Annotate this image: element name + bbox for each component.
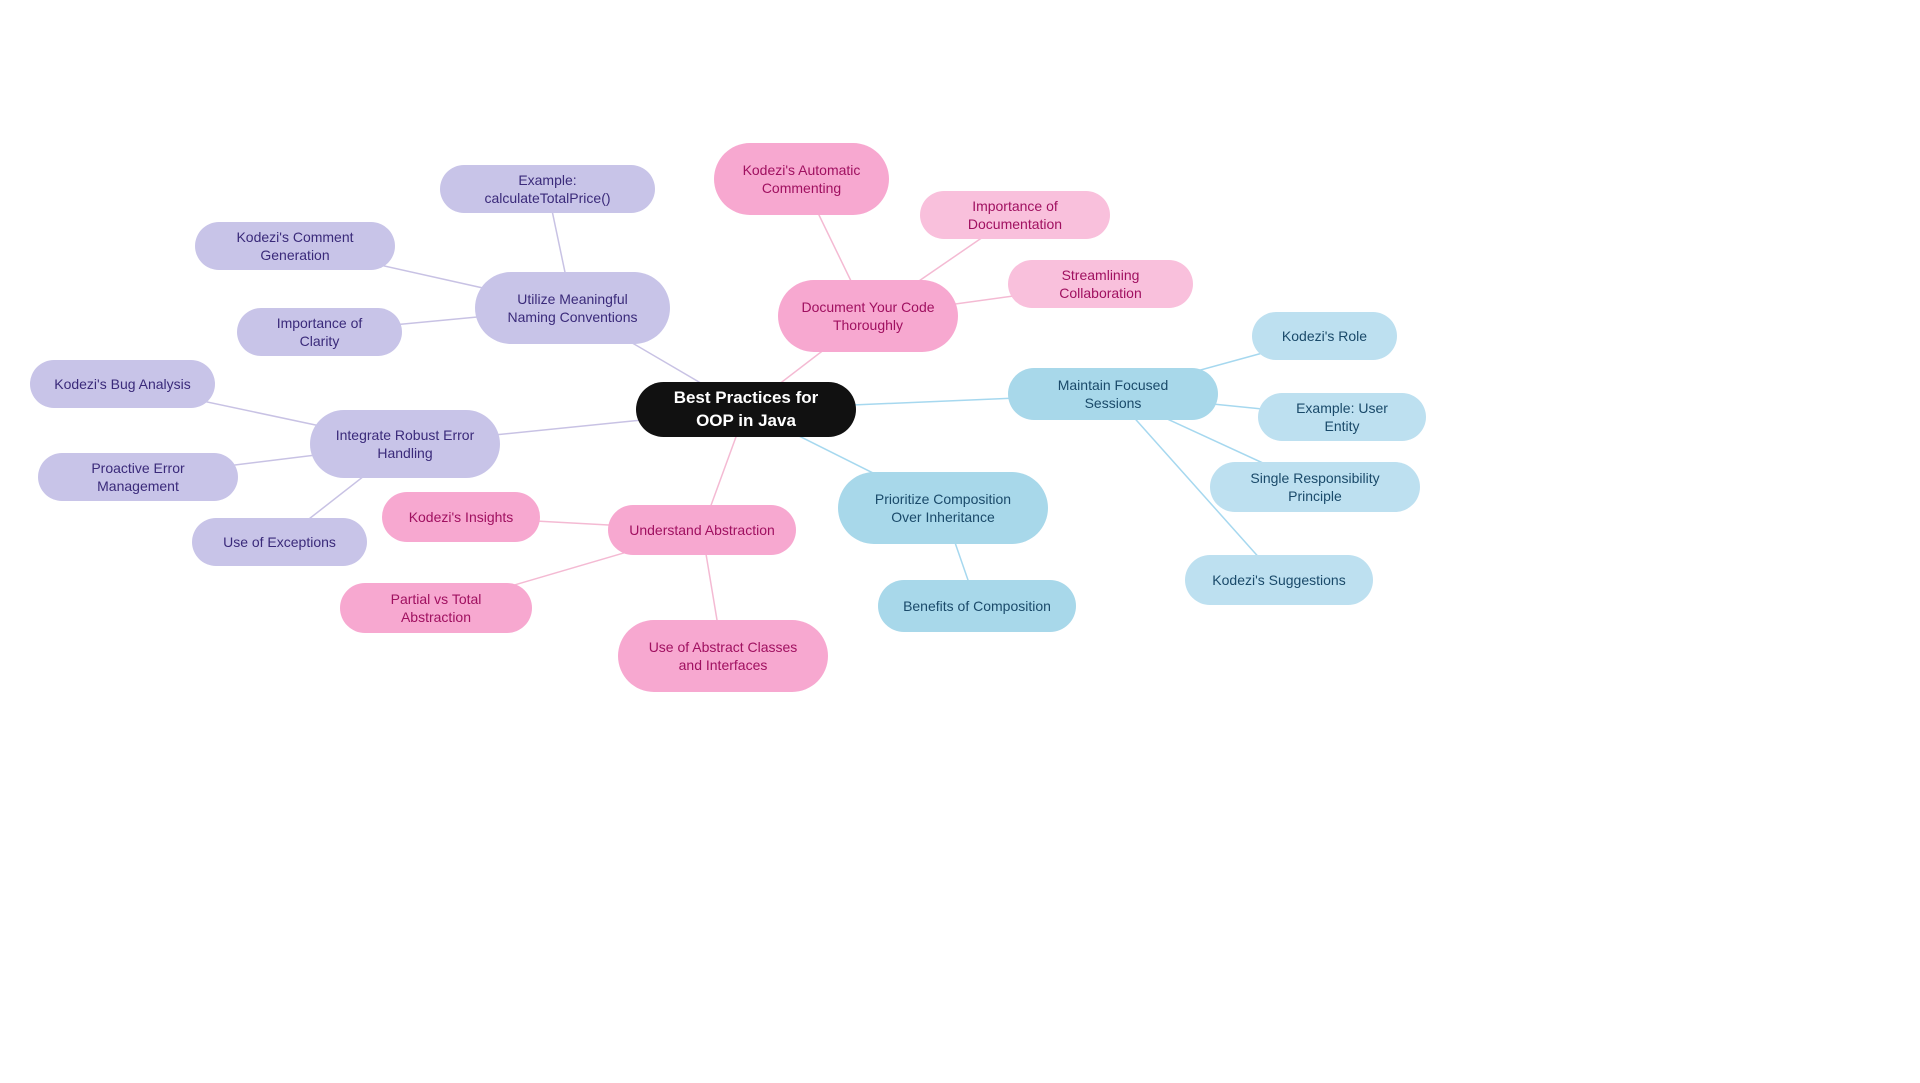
kodezis-bug-node: Kodezi's Bug Analysis (30, 360, 215, 408)
use-exceptions-label: Use of Exceptions (223, 533, 336, 551)
kodezis-comment-gen-node: Kodezi's Comment Generation (195, 222, 395, 270)
single-resp-label: Single Responsibility Principle (1230, 469, 1400, 505)
use-exceptions-node: Use of Exceptions (192, 518, 367, 566)
understand-abs-node: Understand Abstraction (608, 505, 796, 555)
kodezis-auto-label: Kodezi's Automatic Commenting (734, 161, 869, 197)
document-code-label: Document Your Code Thoroughly (798, 298, 938, 334)
example-calc-node: Example: calculateTotalPrice() (440, 165, 655, 213)
kodezis-role-label: Kodezi's Role (1282, 327, 1367, 345)
partial-total-node: Partial vs Total Abstraction (340, 583, 532, 633)
streamlining-label: Streamlining Collaboration (1028, 266, 1173, 302)
utilize-naming-node: Utilize Meaningful Naming Conventions (475, 272, 670, 344)
kodezis-auto-node: Kodezi's Automatic Commenting (714, 143, 889, 215)
kodezis-bug-label: Kodezi's Bug Analysis (54, 375, 191, 393)
utilize-naming-label: Utilize Meaningful Naming Conventions (495, 290, 650, 326)
prioritize-comp-label: Prioritize Composition Over Inheritance (858, 490, 1028, 526)
benefits-comp-label: Benefits of Composition (903, 597, 1051, 615)
kodezis-insights-label: Kodezi's Insights (409, 508, 514, 526)
integrate-error-label: Integrate Robust Error Handling (330, 426, 480, 462)
partial-total-label: Partial vs Total Abstraction (360, 590, 512, 626)
center-node: Best Practices for OOP in Java (636, 382, 856, 437)
document-code-node: Document Your Code Thoroughly (778, 280, 958, 352)
proactive-error-label: Proactive Error Management (58, 459, 218, 495)
importance-doc-label: Importance of Documentation (940, 197, 1090, 233)
understand-abs-label: Understand Abstraction (629, 521, 775, 539)
kodezis-comment-gen-label: Kodezi's Comment Generation (215, 228, 375, 264)
example-user-node: Example: User Entity (1258, 393, 1426, 441)
kodezis-suggestions-label: Kodezi's Suggestions (1212, 571, 1345, 589)
importance-clarity-label: Importance of Clarity (257, 314, 382, 350)
importance-doc-node: Importance of Documentation (920, 191, 1110, 239)
kodezis-insights-node: Kodezi's Insights (382, 492, 540, 542)
streamlining-node: Streamlining Collaboration (1008, 260, 1193, 308)
kodezis-role-node: Kodezi's Role (1252, 312, 1397, 360)
maintain-focused-node: Maintain Focused Sessions (1008, 368, 1218, 420)
benefits-comp-node: Benefits of Composition (878, 580, 1076, 632)
prioritize-comp-node: Prioritize Composition Over Inheritance (838, 472, 1048, 544)
kodezis-suggestions-node: Kodezi's Suggestions (1185, 555, 1373, 605)
use-abstract-node: Use of Abstract Classes and Interfaces (618, 620, 828, 692)
importance-clarity-node: Importance of Clarity (237, 308, 402, 356)
maintain-focused-label: Maintain Focused Sessions (1028, 376, 1198, 412)
single-resp-node: Single Responsibility Principle (1210, 462, 1420, 512)
center-label: Best Practices for OOP in Java (656, 387, 836, 431)
example-calc-label: Example: calculateTotalPrice() (460, 171, 635, 207)
integrate-error-node: Integrate Robust Error Handling (310, 410, 500, 478)
proactive-error-node: Proactive Error Management (38, 453, 238, 501)
example-user-label: Example: User Entity (1278, 399, 1406, 435)
use-abstract-label: Use of Abstract Classes and Interfaces (638, 638, 808, 674)
